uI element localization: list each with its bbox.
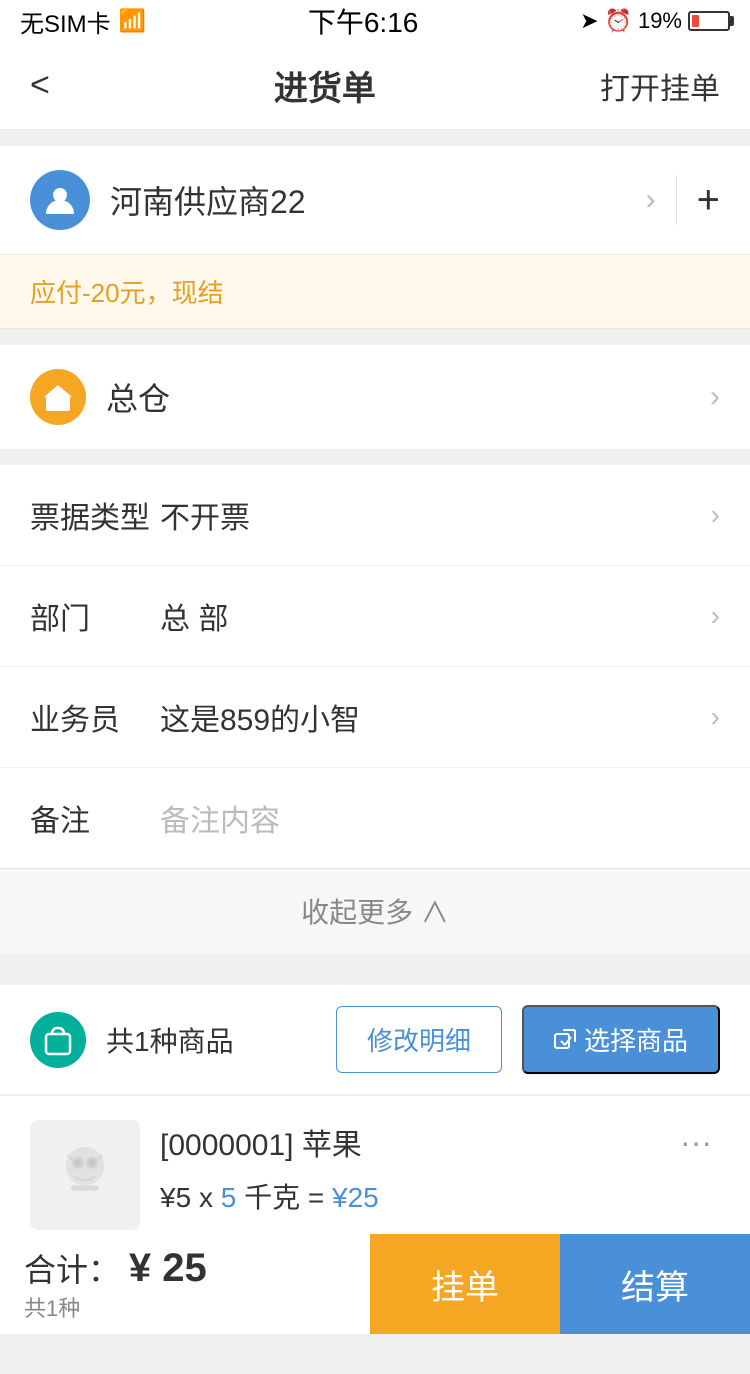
open-hang-button[interactable]: 打开挂单: [600, 64, 720, 108]
quantity-value: 5: [221, 1182, 237, 1213]
salesperson-chevron-icon: ›: [711, 701, 720, 733]
status-time: 下午6:16: [308, 1, 419, 41]
invoice-type-label: 票据类型: [30, 493, 160, 537]
supplier-name: 河南供应商22: [110, 177, 646, 223]
unit-price: ¥5: [160, 1182, 191, 1213]
product-title: 苹果: [302, 1129, 362, 1162]
salesperson-label: 业务员: [30, 695, 160, 739]
product-thumbnail: [30, 1120, 140, 1230]
status-bar-left: 无SIM卡 📶: [20, 4, 146, 39]
wifi-icon: 📶: [119, 8, 146, 34]
department-value: 总 部: [160, 594, 711, 638]
department-row[interactable]: 部门 总 部 ›: [0, 566, 750, 667]
invoice-type-chevron-icon: ›: [711, 499, 720, 531]
shopping-bag-icon: [42, 1024, 74, 1056]
product-name: [0000001] 苹果: [160, 1120, 652, 1164]
section-gap-2: [0, 953, 750, 969]
product-count-icon: [30, 1012, 86, 1068]
product-header: 共1种商品 修改明细 选择商品: [0, 985, 750, 1094]
total-value: ¥25: [332, 1182, 379, 1213]
hang-order-button[interactable]: 挂单: [370, 1234, 560, 1334]
supplier-avatar-icon: [42, 182, 78, 218]
product-price: ¥5 x 5 千克 = ¥25: [160, 1176, 652, 1216]
page-title: 进货单: [274, 61, 376, 110]
alarm-icon: ⏰: [605, 8, 632, 34]
invoice-type-value: 不开票: [160, 493, 711, 537]
department-chevron-icon: ›: [711, 600, 720, 632]
department-label: 部门: [30, 594, 160, 638]
battery-percent: 19%: [638, 8, 682, 34]
invoice-type-row[interactable]: 票据类型 不开票 ›: [0, 465, 750, 566]
section-gap-1: [0, 130, 750, 146]
supplier-avatar: [30, 170, 90, 230]
product-code: [0000001]: [160, 1129, 293, 1162]
select-product-button[interactable]: 选择商品: [522, 1005, 720, 1074]
warehouse-icon: [30, 369, 86, 425]
warehouse-name: 总仓: [106, 374, 710, 420]
collapse-bar[interactable]: 收起更多 ∧: [0, 868, 750, 953]
edit-detail-button[interactable]: 修改明细: [336, 1006, 502, 1073]
form-section: 票据类型 不开票 › 部门 总 部 › 业务员 这是859的小智 › 备注 备注…: [0, 465, 750, 868]
product-thumb-icon: [50, 1140, 120, 1210]
salesperson-value: 这是859的小智: [160, 695, 711, 739]
bottom-count: 共1种: [24, 1291, 346, 1323]
remark-label: 备注: [30, 796, 160, 840]
warehouse-chevron-icon: ›: [710, 380, 720, 414]
remark-row[interactable]: 备注 备注内容: [0, 768, 750, 868]
location-icon: ➤: [580, 8, 598, 34]
remark-input[interactable]: 备注内容: [160, 796, 720, 840]
checkout-button[interactable]: 结算: [560, 1234, 750, 1334]
supplier-chevron-icon: ›: [646, 183, 656, 217]
status-bar-right: ➤ ⏰ 19%: [580, 8, 730, 34]
total-amount: ¥ 25: [129, 1246, 207, 1290]
bottom-summary: 合计： ¥ 25 共1种: [0, 1234, 370, 1334]
carrier-label: 无SIM卡: [20, 4, 111, 39]
select-product-icon: [554, 1029, 576, 1051]
payment-hint: 应付-20元，现结: [0, 254, 750, 329]
total-label: 合计：: [24, 1252, 120, 1288]
warehouse-building-icon: [42, 381, 74, 413]
supplier-card: 河南供应商22 › + 应付-20元，现结: [0, 146, 750, 329]
battery-icon: [688, 11, 730, 31]
supplier-row[interactable]: 河南供应商22 › +: [0, 146, 750, 254]
warehouse-card[interactable]: 总仓 ›: [0, 345, 750, 449]
supplier-divider: [676, 175, 677, 225]
unit-label: 千克: [244, 1182, 300, 1213]
battery-fill: [692, 15, 699, 27]
bottom-bar: 合计： ¥ 25 共1种 挂单 结算: [0, 1234, 750, 1334]
product-info: [0000001] 苹果 ¥5 x 5 千克 = ¥25: [160, 1120, 652, 1216]
more-options-button[interactable]: ···: [672, 1120, 720, 1165]
salesperson-row[interactable]: 业务员 这是859的小智 ›: [0, 667, 750, 768]
back-button[interactable]: <: [30, 66, 50, 105]
product-item: [0000001] 苹果 ¥5 x 5 千克 = ¥25 ···: [0, 1096, 750, 1254]
bottom-total: 合计： ¥ 25: [24, 1245, 346, 1291]
status-bar: 无SIM卡 📶 下午6:16 ➤ ⏰ 19%: [0, 0, 750, 42]
nav-bar: < 进货单 打开挂单: [0, 42, 750, 130]
multiply-symbol: x: [199, 1182, 221, 1213]
equals-symbol: =: [308, 1182, 332, 1213]
select-product-label: 选择商品: [584, 1021, 688, 1058]
product-count-text: 共1种商品: [106, 1020, 316, 1060]
add-supplier-button[interactable]: +: [697, 178, 720, 223]
